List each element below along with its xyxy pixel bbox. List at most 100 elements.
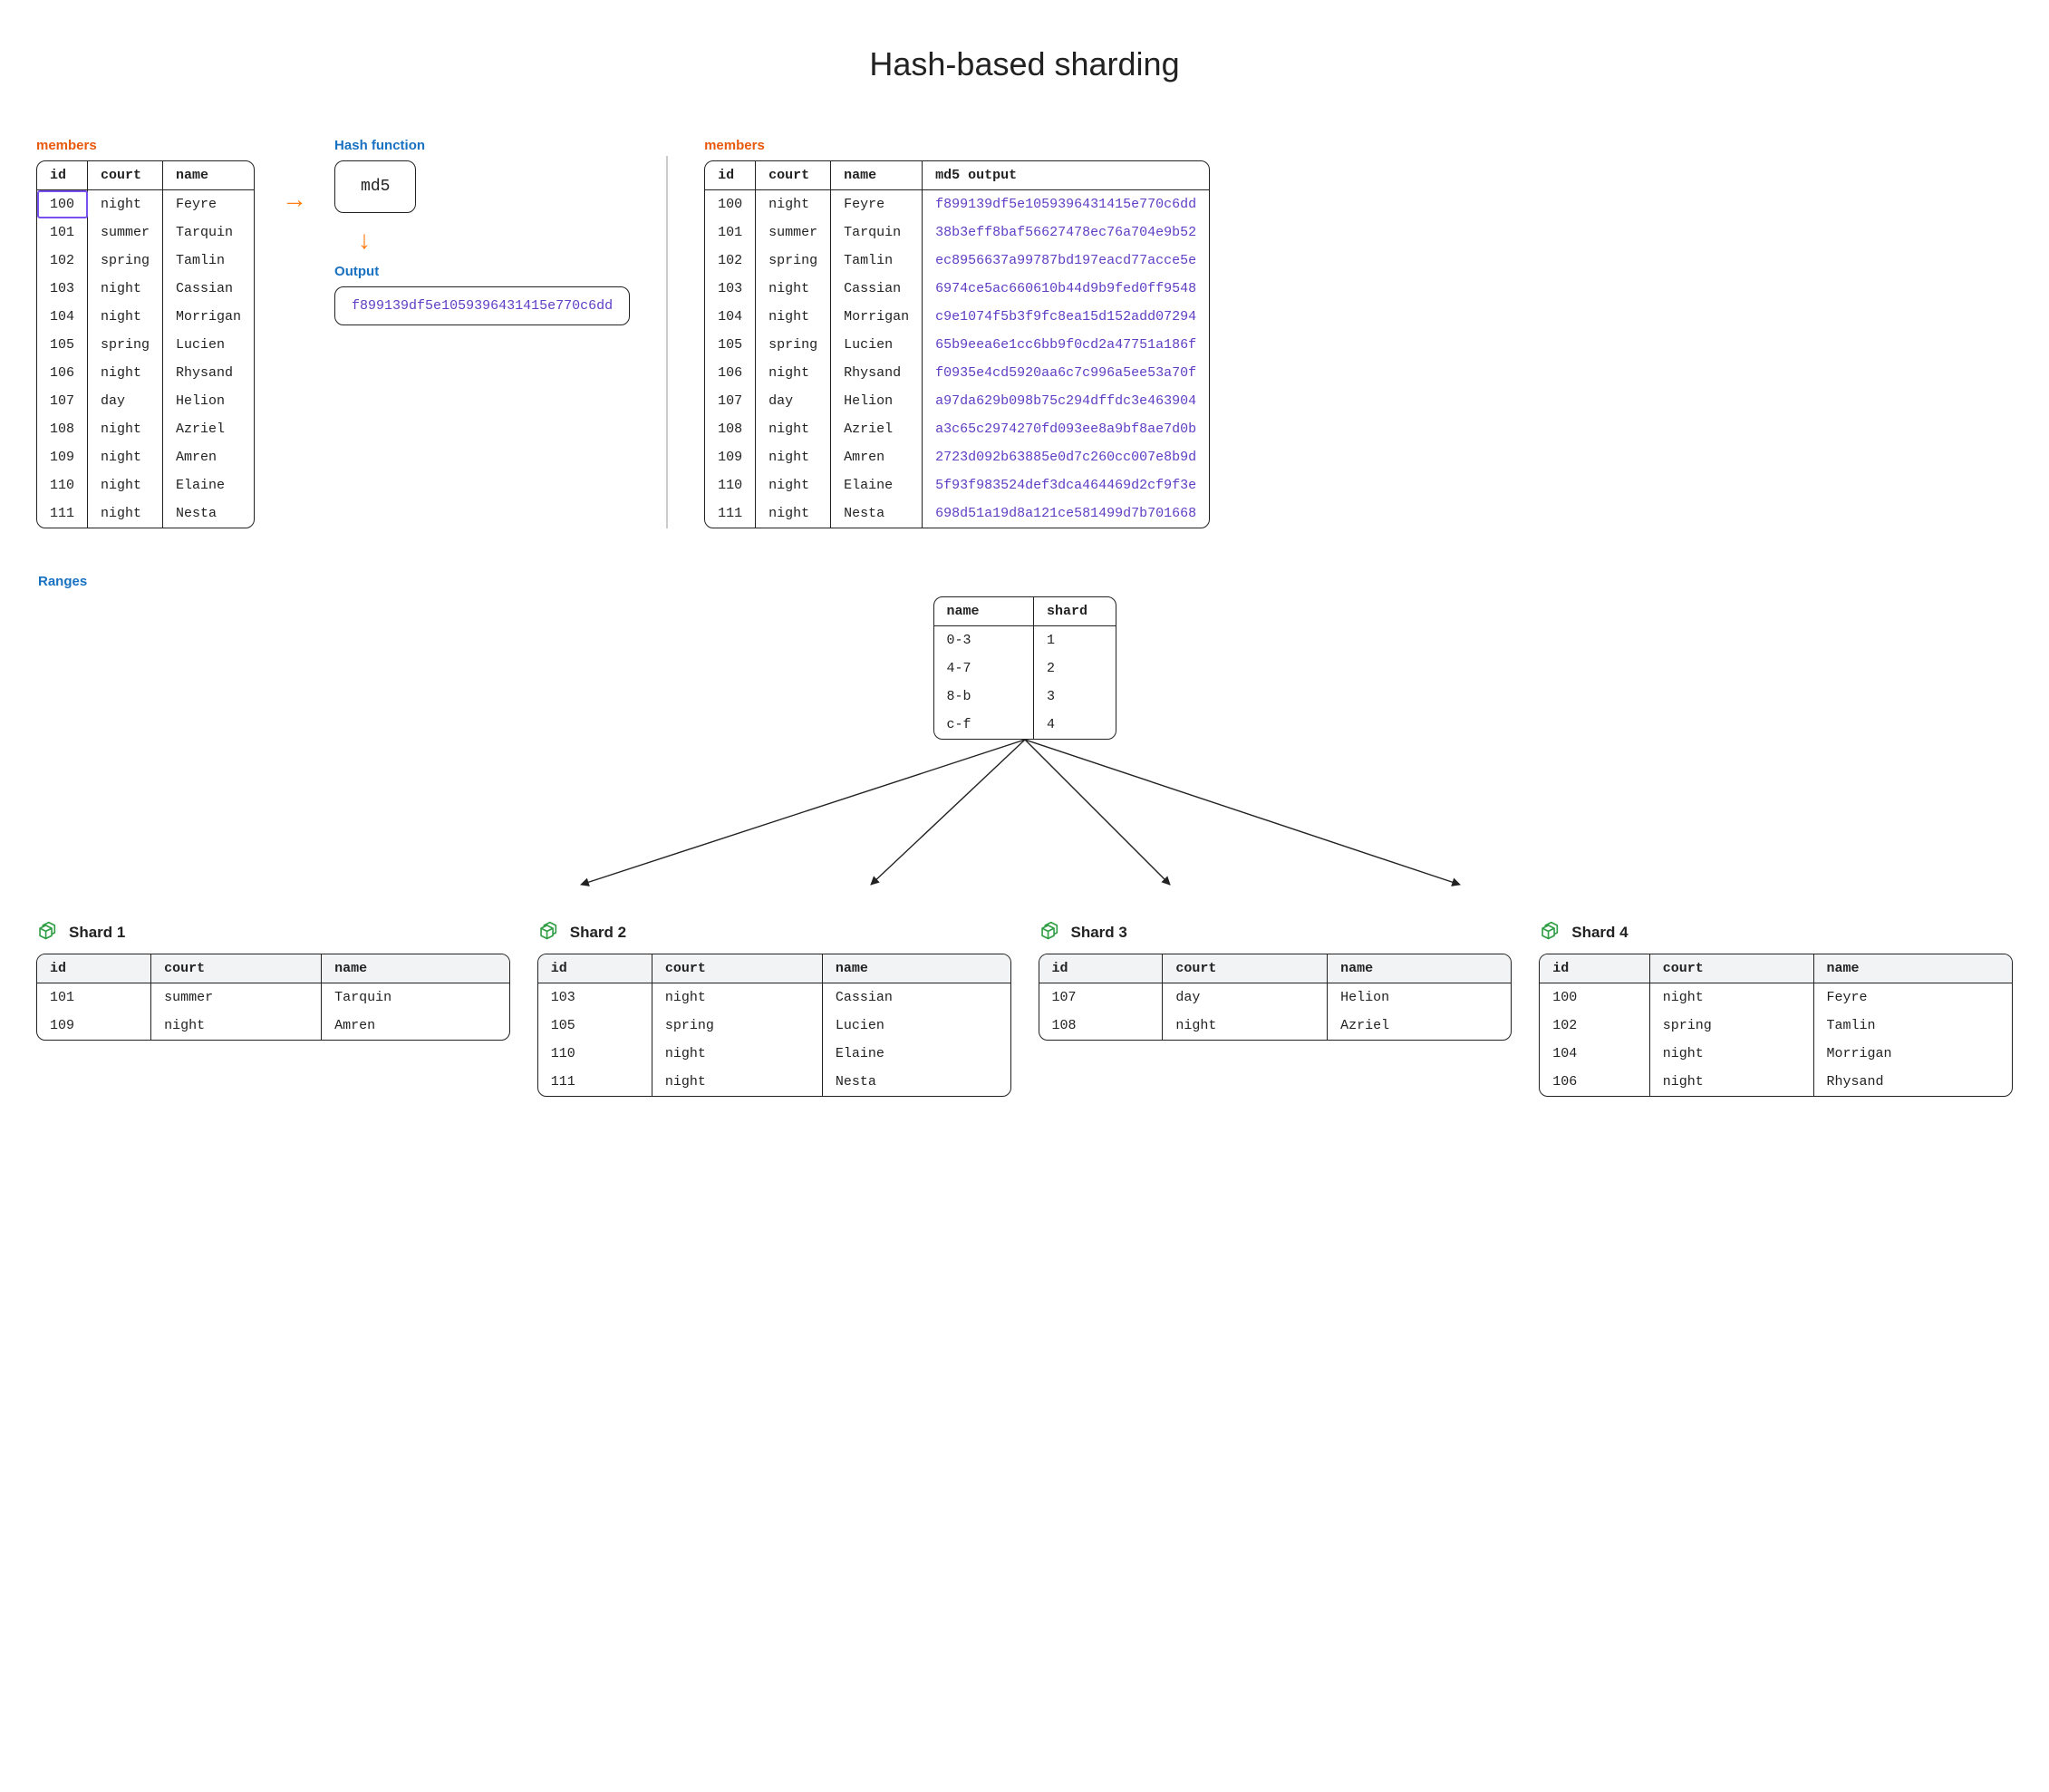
shard-table: idcourtname103nightCassian105springLucie… [537,954,1011,1097]
col-name: name [1813,954,2012,983]
members-wide-block: members id court name md5 output 100nigh… [704,138,1210,528]
cell-id: 109 [705,443,756,471]
cell-id: 106 [1540,1068,1649,1096]
table-row: 100nightFeyre [1540,983,2012,1012]
shard-title: Shard 4 [1571,924,1628,942]
cell-court: spring [756,331,831,359]
table-row: 8-b3 [934,683,1116,711]
cell-name: Nesta [822,1068,1010,1096]
cell-name: Cassian [831,275,923,303]
table-row: 107dayHelion [1039,983,1512,1012]
cell-court: night [1163,1012,1328,1040]
cell-name: Elaine [163,471,255,499]
top-row: members id court name 100nightFeyre101su… [36,138,2013,528]
cell-court: night [88,471,163,499]
shard-block: Shard 3idcourtname107dayHelion108nightAz… [1039,921,1513,1097]
table-row: 106nightRhysandf0935e4cd5920aa6c7c996a5e… [705,359,1209,387]
cell-id: 102 [1540,1012,1649,1040]
cell-id: 105 [538,1012,652,1040]
shard-header: Shard 4 [1539,921,2013,944]
cell-court: night [756,471,831,499]
hash-function-label: Hash function [334,138,425,153]
members-small-block: members id court name 100nightFeyre101su… [36,138,255,528]
cell-md5: f899139df5e1059396431415e770c6dd [923,190,1210,219]
table-row: 110nightElaine [37,471,254,499]
table-row: 107dayHeliona97da629b098b75c294dffdc3e46… [705,387,1209,415]
arrow-down-icon: ↓ [358,226,371,255]
cell-id: 107 [1039,983,1163,1012]
col-court: court [151,954,322,983]
table-row: c-f4 [934,711,1116,739]
vertical-divider [666,156,668,528]
members-wide-table: id court name md5 output 100nightFeyref8… [704,160,1210,528]
cell-id: 111 [37,499,88,528]
cell-name: Lucien [822,1012,1010,1040]
cell-court: night [756,499,831,528]
cell-court: spring [652,1012,822,1040]
table-row: 109nightAmren [37,1012,509,1040]
cell-id: 100 [1540,983,1649,1012]
cell-md5: 2723d092b63885e0d7c260cc007e8b9d [923,443,1210,471]
cell-id: 102 [705,247,756,275]
cell-court: summer [151,983,322,1012]
cell-name: Helion [163,387,255,415]
cell-court: night [652,1040,822,1068]
cell-range-shard: 2 [1034,654,1116,683]
cell-name: Feyre [831,190,923,219]
cell-court: night [1649,1068,1813,1096]
col-id: id [1039,954,1163,983]
shard-block: Shard 2idcourtname103nightCassian105spri… [537,921,1011,1097]
cell-name: Amren [163,443,255,471]
cell-name: Morrigan [163,303,255,331]
table-row: 106nightRhysand [37,359,254,387]
col-id: id [538,954,652,983]
table-row: 111nightNesta [37,499,254,528]
col-name: name [822,954,1010,983]
col-court: court [756,161,831,190]
cell-id: 100 [705,190,756,219]
hash-function-box: md5 [334,160,416,213]
table-row: 111nightNesta [538,1068,1010,1096]
cell-court: summer [88,218,163,247]
cell-id: 104 [37,303,88,331]
hash-block: Hash function md5 ↓ Output f899139df5e10… [334,138,630,325]
cell-id: 103 [705,275,756,303]
cell-id: 101 [37,218,88,247]
cell-range-shard: 4 [1034,711,1116,739]
shard-icon [1539,921,1562,944]
output-label: Output [334,264,379,279]
cell-name: Helion [1328,983,1512,1012]
shard-table: idcourtname101summerTarquin109nightAmren [36,954,510,1041]
cell-court: spring [88,331,163,359]
arrow-right-icon: → [282,185,307,214]
cell-id: 110 [538,1040,652,1068]
ranges-label: Ranges [38,574,87,589]
table-row: 104nightMorriganc9e1074f5b3f9fc8ea15d152… [705,303,1209,331]
cell-court: night [88,190,163,219]
table-row: 109nightAmren2723d092b63885e0d7c260cc007… [705,443,1209,471]
cell-id: 110 [705,471,756,499]
cell-name: Azriel [831,415,923,443]
cell-md5: ec8956637a99787bd197eacd77acce5e [923,247,1210,275]
cell-md5: c9e1074f5b3f9fc8ea15d152add07294 [923,303,1210,331]
cell-id: 101 [705,218,756,247]
cell-court: night [756,359,831,387]
cell-name: Tamlin [163,247,255,275]
cell-range-shard: 3 [1034,683,1116,711]
cell-id: 100 [37,190,88,219]
fanout-arrows [481,740,1569,894]
cell-court: day [88,387,163,415]
cell-court: night [756,443,831,471]
cell-name: Nesta [831,499,923,528]
cell-name: Tamlin [1813,1012,2012,1040]
cell-md5: a97da629b098b75c294dffdc3e463904 [923,387,1210,415]
cell-court: night [756,303,831,331]
hash-output-box: f899139df5e1059396431415e770c6dd [334,286,630,325]
cell-court: night [756,415,831,443]
cell-court: night [652,983,822,1012]
shard-block: Shard 1idcourtname101summerTarquin109nig… [36,921,510,1097]
cell-id: 104 [705,303,756,331]
cell-id: 108 [37,415,88,443]
table-row: 100nightFeyref899139df5e1059396431415e77… [705,190,1209,219]
cell-court: night [1649,983,1813,1012]
